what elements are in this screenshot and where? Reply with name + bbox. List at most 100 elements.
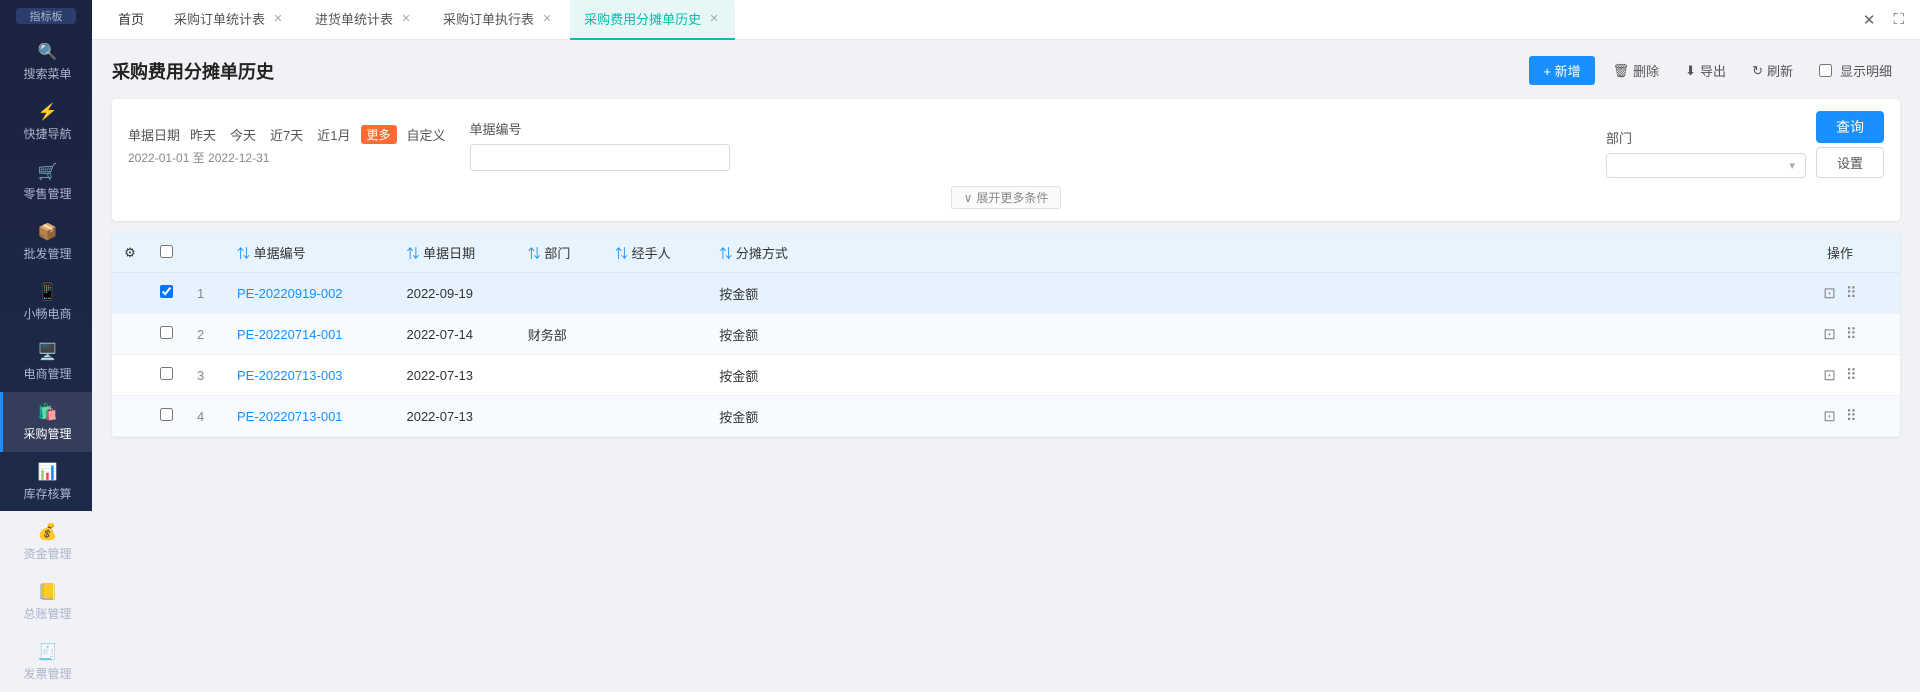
delete-button[interactable]: 🗑 删除 (1605, 57, 1668, 84)
row-dept-cell (516, 355, 603, 396)
row-checkbox[interactable] (160, 326, 173, 339)
filter-area: 单据日期 昨天 今天 近7天 近1月 更多 自定义 2022-01-01 至 2… (112, 99, 1900, 221)
row-num-cell: 3 (185, 355, 225, 396)
table-header-gear[interactable]: ⚙ (112, 233, 148, 273)
doc-no-link[interactable]: PE-20220713-001 (237, 409, 343, 424)
row-checkbox-cell[interactable] (148, 396, 185, 437)
table-header-dept[interactable]: ⇅ 部门 (516, 233, 603, 273)
today-shortcut[interactable]: 今天 (226, 124, 260, 145)
view-action-icon[interactable]: ⊡ (1821, 364, 1838, 386)
view-action-icon[interactable]: ⊡ (1821, 323, 1838, 345)
month1-shortcut[interactable]: 近1月 (313, 124, 354, 145)
tab-close-inbound-stat[interactable]: ✕ (399, 12, 413, 26)
row-checkbox-cell[interactable] (148, 355, 185, 396)
more-action-icon[interactable]: ⠿ (1844, 405, 1859, 427)
table-row: 2 PE-20220714-001 2022-07-14 财务部 按金额 ⊡ ⠿ (112, 314, 1900, 355)
doc-no-link[interactable]: PE-20220714-001 (237, 327, 343, 342)
row-alloc-method-cell: 按金额 (707, 273, 1780, 314)
row-docno-cell: PE-20220713-003 (225, 355, 394, 396)
money-icon: 💰 (38, 522, 58, 542)
row-docdate-cell: 2022-07-14 (394, 314, 515, 355)
close-all-tabs-icon[interactable]: ✕ (1859, 9, 1880, 31)
tab-close-purchase-order-exec[interactable]: ✕ (540, 12, 554, 26)
tab-purchase-order-stat[interactable]: 采购订单统计表 ✕ (160, 0, 299, 40)
refresh-button[interactable]: ↻ 刷新 (1744, 57, 1801, 84)
dept-filter-select[interactable]: ▾ (1606, 153, 1806, 178)
row-gear-cell (112, 396, 148, 437)
sidebar-item-mini[interactable]: 📱 小畅电商 (0, 272, 92, 332)
sort-icon: ⇅ (615, 246, 628, 261)
sidebar-item-invoice[interactable]: 🧾 发票管理 (0, 632, 92, 692)
tab-purchase-order-exec[interactable]: 采购订单执行表 ✕ (429, 0, 568, 40)
sidebar-item-purchase[interactable]: 🛍️ 采购管理 (0, 392, 92, 452)
sidebar-item-shortcut[interactable]: ⚡ 快捷导航 (0, 92, 92, 152)
sidebar-item-search[interactable]: 🔍 搜索菜单 (0, 32, 92, 92)
refresh-icon: ↻ (1752, 63, 1763, 79)
row-gear-cell (112, 355, 148, 396)
more-action-icon[interactable]: ⠿ (1844, 282, 1859, 304)
doc-no-link[interactable]: PE-20220919-002 (237, 286, 343, 301)
row-docdate-cell: 2022-07-13 (394, 355, 515, 396)
table-header-checkbox[interactable] (148, 233, 185, 273)
more-shortcut[interactable]: 更多 (361, 125, 397, 144)
date-range-display: 2022-01-01 至 2022-12-31 (128, 149, 269, 166)
settings-button[interactable]: 设置 (1816, 147, 1884, 178)
docno-filter-input[interactable] (470, 144, 730, 171)
table-header-alloc-method[interactable]: ⇅ 分摊方式 (707, 233, 1780, 273)
doc-no-link[interactable]: PE-20220713-003 (237, 368, 343, 383)
table-header-rownum (185, 233, 225, 273)
table-header-handler[interactable]: ⇅ 经手人 (603, 233, 707, 273)
row-dept-cell (516, 273, 603, 314)
row-dept-cell (516, 396, 603, 437)
row-docdate-cell: 2022-09-19 (394, 273, 515, 314)
show-detail-button[interactable]: 显示明细 (1811, 57, 1900, 84)
row-docno-cell: PE-20220714-001 (225, 314, 394, 355)
sidebar-item-ecom[interactable]: 🖥️ 电商管理 (0, 332, 92, 392)
custom-shortcut[interactable]: 自定义 (403, 124, 450, 145)
sidebar-item-retail[interactable]: 🛒 零售管理 (0, 152, 92, 212)
export-button[interactable]: ⬇ 导出 (1677, 57, 1734, 84)
row-checkbox[interactable] (160, 367, 173, 380)
sidebar-item-finance[interactable]: 💰 资金管理 (0, 512, 92, 572)
filter-row: 单据日期 昨天 今天 近7天 近1月 更多 自定义 2022-01-01 至 2… (128, 111, 1884, 178)
row-handler-cell (603, 355, 707, 396)
sidebar-item-label: 搜索菜单 (23, 65, 71, 82)
row-checkbox-cell[interactable] (148, 273, 185, 314)
yesterday-shortcut[interactable]: 昨天 (186, 124, 220, 145)
tab-close-purchase-fee-hist[interactable]: ✕ (707, 12, 721, 26)
show-detail-checkbox[interactable] (1819, 64, 1832, 77)
more-action-icon[interactable]: ⠿ (1844, 364, 1859, 386)
sort-icon: ⇅ (719, 246, 732, 261)
tab-purchase-fee-hist[interactable]: 采购费用分摊单历史 ✕ (570, 0, 735, 40)
row-actions-cell: ⊡ ⠿ (1780, 355, 1900, 396)
table-header-docdate[interactable]: ⇅ 单据日期 (394, 233, 515, 273)
row-docno-cell: PE-20220919-002 (225, 273, 394, 314)
expand-more-button[interactable]: ∨ 展开更多条件 (951, 186, 1062, 209)
table-header-docno[interactable]: ⇅ 单据编号 (225, 233, 394, 273)
select-all-checkbox[interactable] (160, 245, 173, 258)
sidebar-item-wholesale[interactable]: 📦 批发管理 (0, 212, 92, 272)
page-title: 采购费用分摊单历史 (112, 58, 274, 84)
view-action-icon[interactable]: ⊡ (1821, 282, 1838, 304)
row-num-cell: 2 (185, 314, 225, 355)
tab-close-purchase-order-stat[interactable]: ✕ (271, 12, 285, 26)
view-action-icon[interactable]: ⊡ (1821, 405, 1838, 427)
expand-tabs-icon[interactable]: ⛶ (1889, 9, 1908, 30)
week7-shortcut[interactable]: 近7天 (266, 124, 307, 145)
row-handler-cell (603, 396, 707, 437)
add-button[interactable]: + 新增 (1529, 56, 1594, 85)
query-button[interactable]: 查询 (1816, 111, 1884, 143)
more-action-icon[interactable]: ⠿ (1844, 323, 1859, 345)
row-gear-cell (112, 273, 148, 314)
sidebar-item-inventory[interactable]: 📊 库存核算 (0, 452, 92, 512)
flash-icon: ⚡ (38, 102, 58, 122)
tab-home[interactable]: 首页 (104, 0, 158, 40)
row-checkbox[interactable] (160, 408, 173, 421)
row-checkbox-cell[interactable] (148, 314, 185, 355)
sidebar-item-ledger[interactable]: 📒 总账管理 (0, 572, 92, 632)
tab-inbound-stat[interactable]: 进货单统计表 ✕ (301, 0, 427, 40)
main-content: 首页 采购订单统计表 ✕ 进货单统计表 ✕ 采购订单执行表 ✕ 采购费用分摊单历… (92, 0, 1920, 511)
row-checkbox[interactable] (160, 285, 173, 298)
tabs-bar: 首页 采购订单统计表 ✕ 进货单统计表 ✕ 采购订单执行表 ✕ 采购费用分摊单历… (92, 0, 1920, 40)
row-alloc-method-cell: 按金额 (707, 396, 1780, 437)
